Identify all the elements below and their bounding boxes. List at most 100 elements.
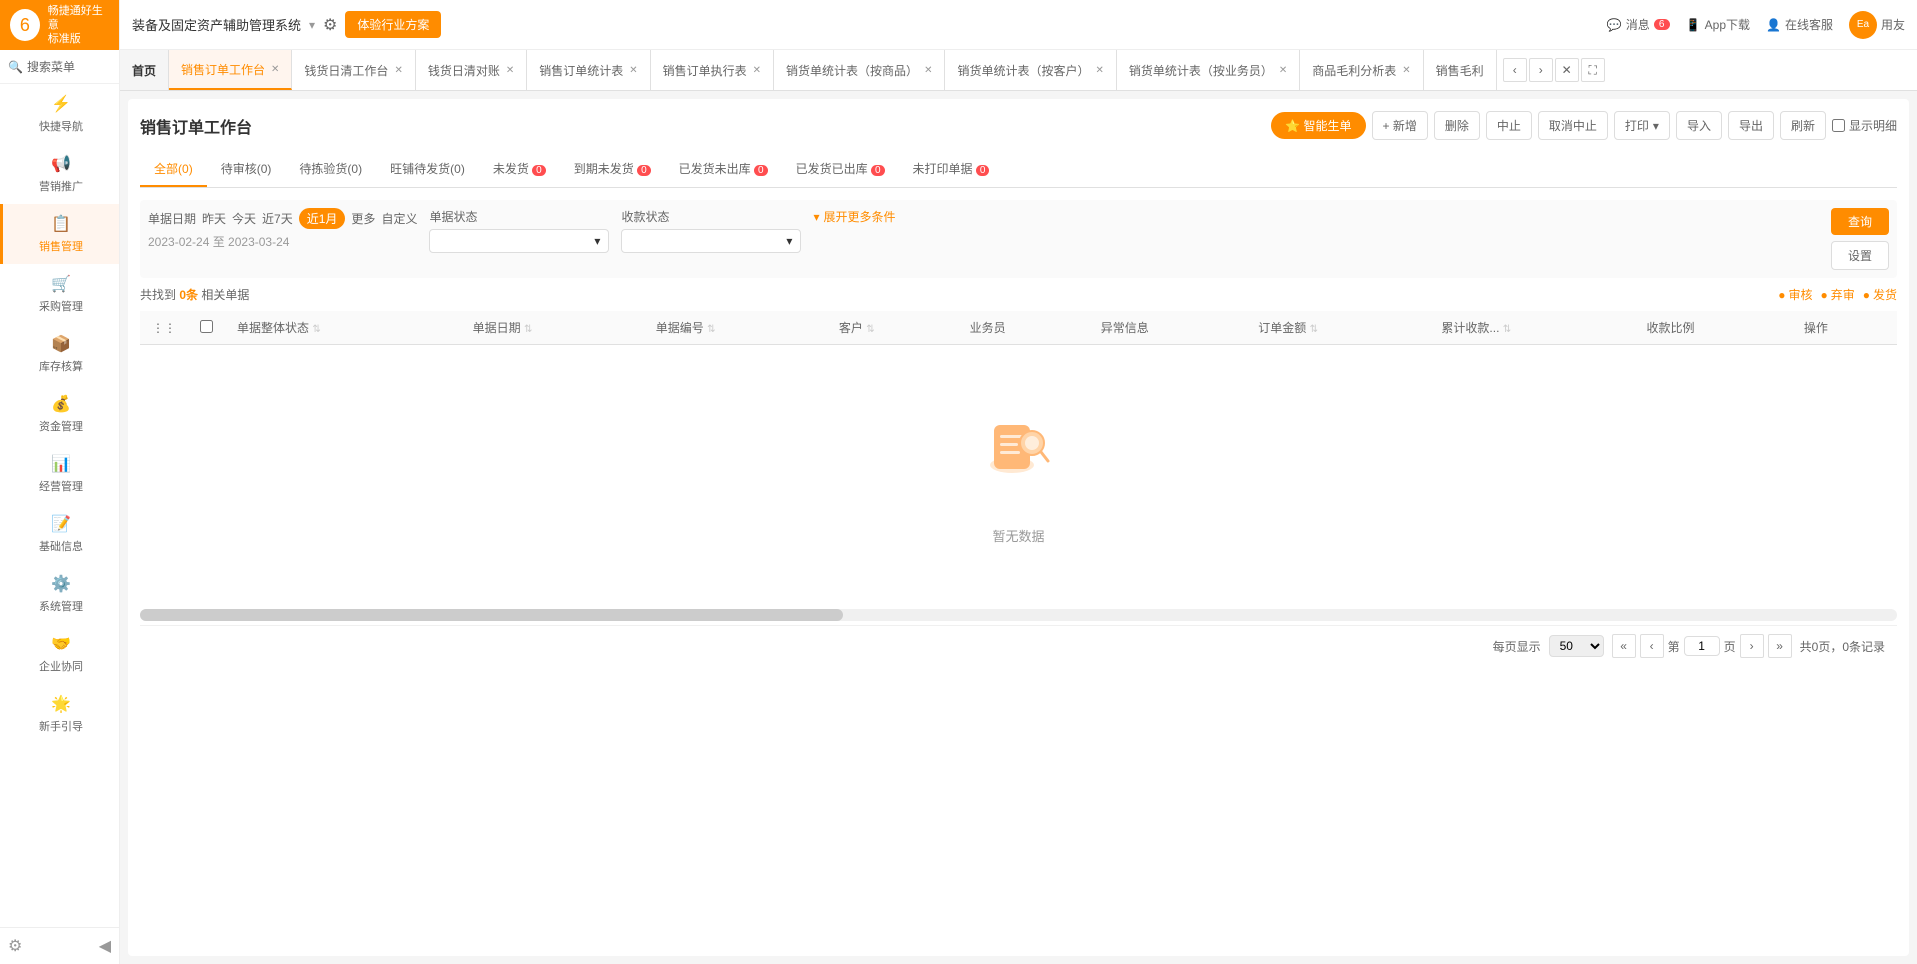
date-7days[interactable]: 近7天 (262, 210, 293, 227)
sub-tabs: 全部(0) 待审核(0) 待拣验货(0) 旺铺待发货(0) 未发货 0 到期未发… (140, 152, 1897, 188)
tab-close-sales-stats[interactable]: ✕ (629, 65, 637, 76)
date-more[interactable]: 更多 (351, 210, 375, 227)
sidebar-item-enterprise[interactable]: 🤝 企业协同 (0, 624, 119, 684)
tab-sales-stats[interactable]: 销售订单统计表 ✕ (527, 50, 650, 90)
tab-sales-workbench[interactable]: 销售订单工作台 ✕ (169, 50, 292, 90)
page-size-select[interactable]: 50 10 20 100 (1549, 635, 1604, 657)
set-btn[interactable]: 设置 (1831, 241, 1889, 270)
tab-close-sales-summary-product[interactable]: ✕ (924, 65, 932, 76)
sub-tab-pending-review[interactable]: 待审核(0) (207, 152, 286, 187)
settings-btn[interactable]: ⚙ (8, 936, 22, 956)
tab-close-sales-exec[interactable]: ✕ (753, 65, 761, 76)
date-custom[interactable]: 自定义 (381, 210, 417, 227)
message-action[interactable]: 💬 消息 6 (1607, 16, 1670, 33)
sub-tab-not-shipped[interactable]: 未发货 0 (479, 152, 560, 187)
tab-close-gross-margin[interactable]: ✕ (1402, 65, 1410, 76)
trial-btn[interactable]: 体验行业方案 (345, 11, 441, 38)
ship-btn[interactable]: ● 发货 (1863, 286, 1897, 303)
sidebar-item-basic[interactable]: 📝 基础信息 (0, 504, 119, 564)
tabs-fullscreen-btn[interactable]: ⛶ (1581, 58, 1605, 82)
scrollbar-thumb[interactable] (140, 609, 843, 621)
export-btn[interactable]: 导出 (1728, 111, 1774, 140)
date-1month[interactable]: 近1月 (299, 208, 346, 229)
sub-tab-not-printed[interactable]: 未打印单据 0 (899, 152, 1004, 187)
first-page-btn[interactable]: « (1612, 634, 1636, 658)
sub-tab-wangpu-pending[interactable]: 旺铺待发货(0) (376, 152, 479, 187)
sub-tab-overdue-not-shipped[interactable]: 到期未发货 0 (560, 152, 665, 187)
show-detail-checkbox[interactable] (1832, 119, 1845, 132)
sub-tab-shipped-not-out[interactable]: 已发货未出库 0 (665, 152, 782, 187)
date-today[interactable]: 今天 (232, 210, 256, 227)
topbar-dropdown-icon[interactable]: ▾ (309, 18, 315, 32)
query-btn[interactable]: 查询 (1831, 208, 1889, 235)
tabs-close-all-btn[interactable]: ✕ (1555, 58, 1579, 82)
tab-cash-daily[interactable]: 钱货日清工作台 ✕ (292, 50, 415, 90)
customer-sort-icon[interactable]: ⇅ (866, 324, 874, 335)
last-page-btn[interactable]: » (1768, 634, 1792, 658)
next-page-btn[interactable]: › (1740, 634, 1764, 658)
show-detail-label[interactable]: 显示明细 (1832, 117, 1897, 134)
sidebar-item-marketing[interactable]: 📢 营销推广 (0, 144, 119, 204)
date-yesterday[interactable]: 昨天 (202, 210, 226, 227)
suspend-btn[interactable]: 中止 (1486, 111, 1532, 140)
payment-select[interactable]: ▾ (621, 229, 801, 253)
import-btn[interactable]: 导入 (1676, 111, 1722, 140)
tab-close-sales-summary-customer[interactable]: ✕ (1095, 65, 1103, 76)
smart-btn[interactable]: ⭐ 智能生单 (1271, 112, 1365, 139)
tab-gross-margin[interactable]: 商品毛利分析表 ✕ (1300, 50, 1423, 90)
cancel-audit-btn[interactable]: ● 弃审 (1820, 286, 1854, 303)
date-sort-icon[interactable]: ⇅ (524, 324, 532, 335)
refresh-btn[interactable]: 刷新 (1780, 111, 1826, 140)
expand-conditions-btn[interactable]: ▾ 展开更多条件 (813, 208, 1819, 225)
sidebar-item-finance[interactable]: 💰 资金管理 (0, 384, 119, 444)
delete-btn[interactable]: 删除 (1434, 111, 1480, 140)
app-download-action[interactable]: 📱 App下载 (1686, 16, 1750, 33)
status-select[interactable]: ▾ (429, 229, 609, 253)
tab-sales-profit[interactable]: 销售毛利 (1424, 50, 1497, 90)
online-service-action[interactable]: 👤 在线客服 (1766, 16, 1833, 33)
col-abnormal: 异常信息 (1089, 311, 1246, 345)
tab-close-cash-daily[interactable]: ✕ (394, 65, 402, 76)
tab-sales-summary-staff[interactable]: 销货单统计表（按业务员） ✕ (1117, 50, 1300, 90)
filter-actions: 查询 设置 (1831, 208, 1889, 270)
page-input[interactable] (1684, 636, 1720, 656)
sidebar-search[interactable]: 🔍 搜索菜单 (0, 50, 119, 84)
tab-sales-summary-product[interactable]: 销货单统计表（按商品） ✕ (774, 50, 945, 90)
new-btn[interactable]: + 新增 (1372, 111, 1428, 140)
tabs-next-btn[interactable]: › (1529, 58, 1553, 82)
tab-close-sales-workbench[interactable]: ✕ (271, 64, 279, 75)
sub-tab-all[interactable]: 全部(0) (140, 152, 207, 187)
tab-sales-exec[interactable]: 销售订单执行表 ✕ (651, 50, 774, 90)
amount-sort-icon[interactable]: ⇅ (1310, 324, 1318, 335)
tab-sales-summary-customer[interactable]: 销货单统计表（按客户） ✕ (945, 50, 1116, 90)
collected-sort-icon[interactable]: ⇅ (1503, 324, 1511, 335)
table-container: ⋮⋮ 单据整体状态 ⇅ 单据日期 ⇅ (140, 311, 1897, 605)
sub-tab-shipped-out[interactable]: 已发货已出库 0 (782, 152, 899, 187)
tab-cash-reconcile[interactable]: 钱货日清对账 ✕ (416, 50, 527, 90)
sidebar-item-guide[interactable]: 🌟 新手引导 (0, 684, 119, 744)
horizontal-scrollbar[interactable] (140, 609, 1897, 621)
user-action[interactable]: Ea 用友 (1849, 11, 1905, 39)
total-label: 共0页，0条记录 (1800, 638, 1885, 655)
cancel-suspend-btn[interactable]: 取消中止 (1538, 111, 1608, 140)
sidebar-item-purchase[interactable]: 🛒 采购管理 (0, 264, 119, 324)
sub-tab-pending-goods[interactable]: 待拣验货(0) (285, 152, 376, 187)
collapse-btn[interactable]: ◀ (99, 936, 111, 956)
sidebar-item-sales[interactable]: 📋 销售管理 (0, 204, 119, 264)
sidebar-item-operations[interactable]: 📊 经营管理 (0, 444, 119, 504)
number-sort-icon[interactable]: ⇅ (707, 324, 715, 335)
checkbox-header[interactable] (188, 311, 225, 345)
prev-page-btn[interactable]: ‹ (1640, 634, 1664, 658)
sidebar-item-system[interactable]: ⚙️ 系统管理 (0, 564, 119, 624)
audit-btn[interactable]: ● 审核 (1778, 286, 1812, 303)
gear-icon[interactable]: ⚙ (323, 15, 337, 35)
select-all-checkbox[interactable] (200, 320, 213, 333)
tab-close-cash-reconcile[interactable]: ✕ (506, 65, 514, 76)
tabs-prev-btn[interactable]: ‹ (1503, 58, 1527, 82)
print-btn[interactable]: 打印 ▾ (1614, 111, 1670, 140)
tab-home[interactable]: 首页 (120, 50, 169, 90)
sidebar-item-inventory[interactable]: 📦 库存核算 (0, 324, 119, 384)
tab-close-sales-summary-staff[interactable]: ✕ (1279, 65, 1287, 76)
sidebar-item-quick-nav[interactable]: ⚡ 快捷导航 (0, 84, 119, 144)
status-sort-icon[interactable]: ⇅ (312, 324, 320, 335)
